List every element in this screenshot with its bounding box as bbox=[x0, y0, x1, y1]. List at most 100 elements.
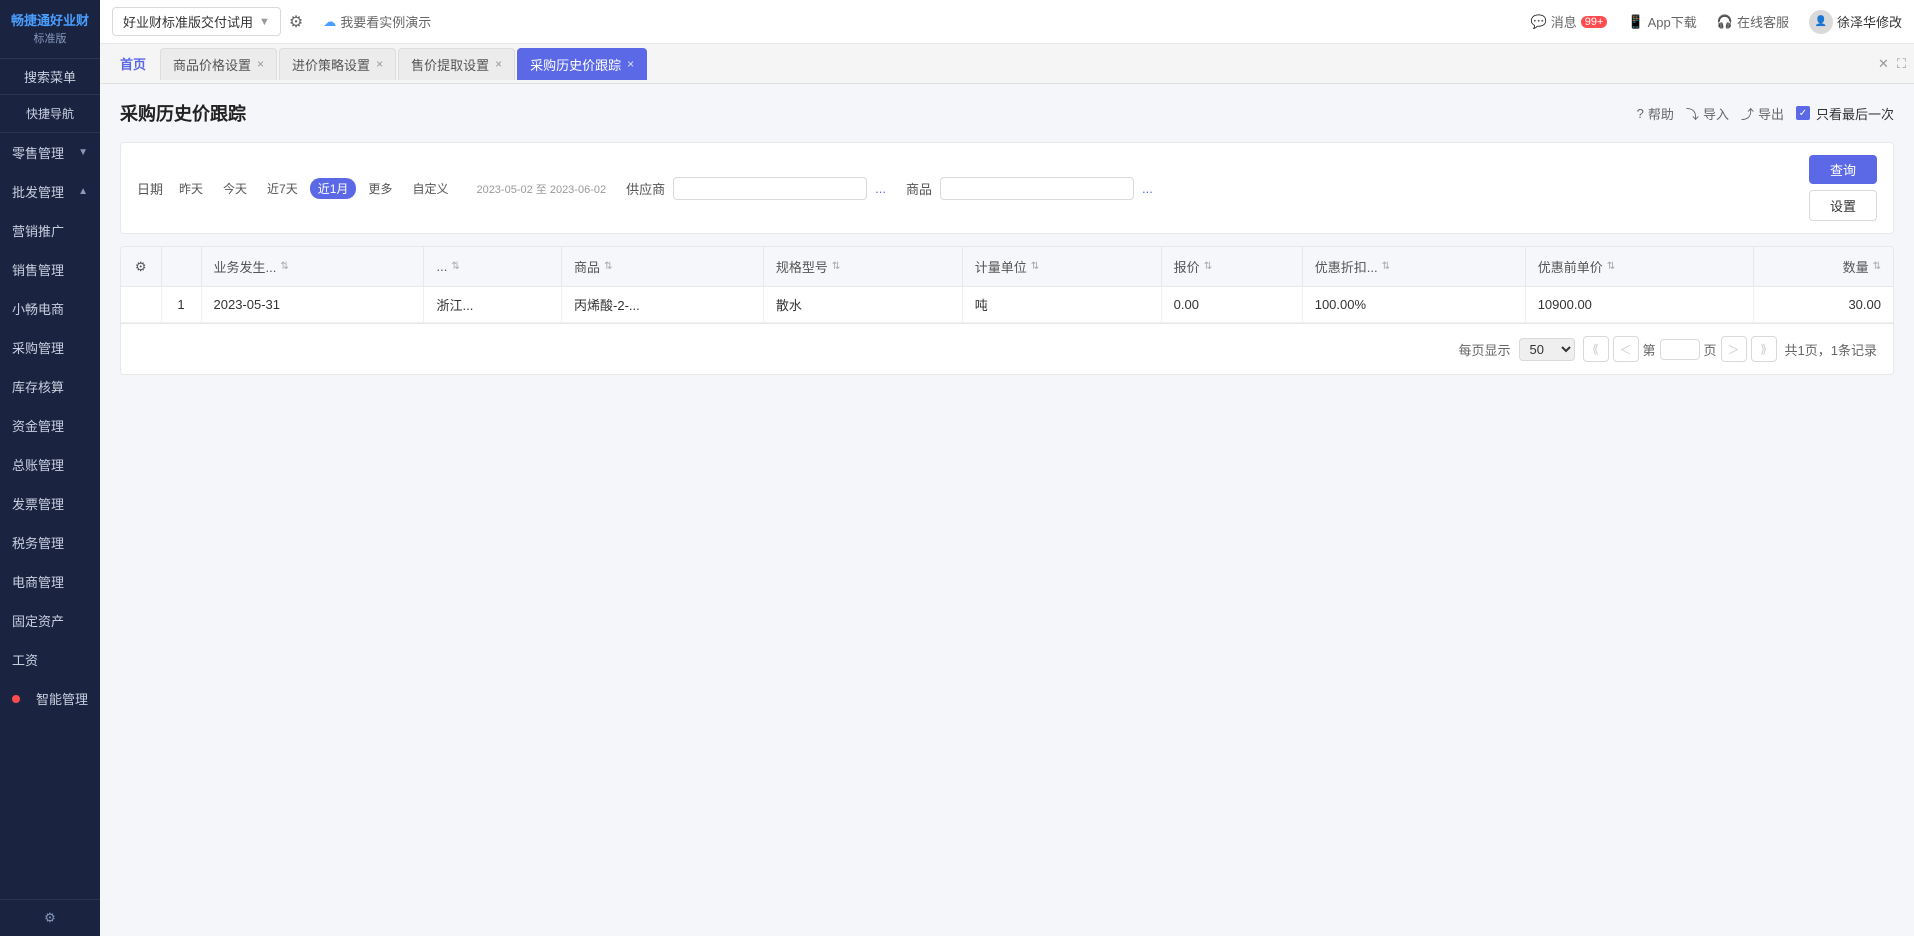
sidebar-item-marketing[interactable]: 营销推广 bbox=[0, 211, 100, 250]
sort-icon: ⇅ bbox=[1031, 261, 1039, 272]
sidebar-item-inventory[interactable]: 库存核算 bbox=[0, 367, 100, 406]
date-btn-last7[interactable]: 近7天 bbox=[259, 178, 306, 199]
col-goods-header[interactable]: 商品 ⇅ bbox=[562, 247, 764, 287]
supplier-input[interactable] bbox=[673, 177, 867, 200]
sidebar-item-label: 批发管理 bbox=[12, 182, 64, 201]
close-icon[interactable]: × bbox=[376, 57, 383, 71]
page-label: 第 bbox=[1643, 340, 1656, 359]
first-page-button[interactable]: ⟪ bbox=[1583, 336, 1609, 362]
sidebar-item-label: 零售管理 bbox=[12, 143, 64, 162]
sidebar-settings-button[interactable]: ⚙ bbox=[0, 899, 100, 936]
product-selector[interactable]: 好业财标准版交付试用 ▼ bbox=[112, 7, 281, 36]
settings-icon[interactable]: ⚙ bbox=[289, 12, 303, 32]
date-btn-custom[interactable]: 自定义 bbox=[404, 178, 456, 199]
sidebar-item-finance[interactable]: 资金管理 bbox=[0, 406, 100, 445]
tab-home[interactable]: 首页 bbox=[108, 48, 158, 80]
topbar-right: 💬 消息 99+ 📱 App下载 🎧 在线客服 👤 徐泽华修改 bbox=[1531, 10, 1902, 34]
chevron-up-icon: ▲ bbox=[78, 186, 88, 197]
supplier-label: 供应商 bbox=[626, 179, 665, 198]
tab-price[interactable]: 商品价格设置 × bbox=[160, 48, 277, 80]
sidebar-item-purchase[interactable]: 采购管理 bbox=[0, 328, 100, 367]
col-3-header[interactable]: ... ⇅ bbox=[424, 247, 562, 287]
only-last-checkbox[interactable]: ✓ bbox=[1796, 106, 1810, 120]
supplier-filter-group: 供应商 ... bbox=[626, 177, 886, 200]
sidebar-item-label: 采购管理 bbox=[12, 338, 64, 357]
prev-page-button[interactable]: ＜ bbox=[1613, 336, 1639, 362]
date-btn-yesterday[interactable]: 昨天 bbox=[171, 178, 211, 199]
export-button[interactable]: ⤴ 导出 bbox=[1741, 104, 1784, 123]
sidebar-item-invoice[interactable]: 发票管理 bbox=[0, 484, 100, 523]
col-date-header[interactable]: 业务发生... ⇅ bbox=[201, 247, 424, 287]
close-window-icon[interactable]: ✕ bbox=[1878, 56, 1889, 72]
col-spec-header[interactable]: 规格型号 ⇅ bbox=[763, 247, 962, 287]
close-icon[interactable]: × bbox=[495, 57, 502, 71]
sidebar-item-ecommerce[interactable]: 电商管理 bbox=[0, 562, 100, 601]
app-download-button[interactable]: 📱 App下载 bbox=[1627, 12, 1696, 31]
sort-icon: ⇅ bbox=[280, 261, 288, 272]
goods-more-btn[interactable]: ... bbox=[1142, 181, 1153, 196]
sidebar-item-assets[interactable]: 固定资产 bbox=[0, 601, 100, 640]
cell-discount: 100.00% bbox=[1302, 287, 1525, 323]
last-page-button[interactable]: ⟫ bbox=[1751, 336, 1777, 362]
col-3-label: ... bbox=[436, 259, 447, 274]
date-btn-today[interactable]: 今天 bbox=[215, 178, 255, 199]
sidebar-search-menu[interactable]: 搜索菜单 bbox=[0, 59, 100, 95]
page-title: 采购历史价跟踪 bbox=[120, 100, 246, 126]
sort-icon: ⇅ bbox=[604, 261, 612, 272]
sidebar-item-retail[interactable]: 零售管理 ▼ bbox=[0, 133, 100, 172]
next-page-button[interactable]: ＞ bbox=[1721, 336, 1747, 362]
col-price-header[interactable]: 报价 ⇅ bbox=[1161, 247, 1302, 287]
messages-button[interactable]: 💬 消息 99+ bbox=[1531, 12, 1608, 31]
logo-sub: 标准版 bbox=[8, 30, 92, 46]
sidebar-quick-nav[interactable]: 快捷导航 bbox=[0, 95, 100, 133]
logo-title: 畅捷通好业财 bbox=[8, 12, 92, 30]
maximize-window-icon[interactable]: ⛶ bbox=[1897, 56, 1906, 72]
sidebar-item-label: 工资 bbox=[12, 650, 38, 669]
col-index-header bbox=[161, 247, 201, 287]
demo-button[interactable]: ☁ 我要看实例演示 bbox=[323, 12, 431, 31]
date-btn-last1m[interactable]: 近1月 bbox=[310, 178, 357, 199]
online-service-button[interactable]: 🎧 在线客服 bbox=[1717, 12, 1789, 31]
sidebar-item-ecommerce-small[interactable]: 小畅电商 bbox=[0, 289, 100, 328]
sidebar-item-smart[interactable]: 智能管理 bbox=[0, 679, 100, 718]
sidebar: 畅捷通好业财 标准版 搜索菜单 快捷导航 零售管理 ▼ 批发管理 ▲ 营销推广 … bbox=[0, 0, 100, 936]
sidebar-item-wholesale[interactable]: 批发管理 ▲ bbox=[0, 172, 100, 211]
sidebar-item-label: 库存核算 bbox=[12, 377, 64, 396]
date-btn-more[interactable]: 更多 bbox=[360, 178, 400, 199]
tab-history-price[interactable]: 采购历史价跟踪 × bbox=[517, 48, 647, 80]
query-button[interactable]: 查询 bbox=[1809, 155, 1877, 184]
col-unit-header[interactable]: 计量单位 ⇅ bbox=[962, 247, 1161, 287]
window-buttons: ✕ ⛶ bbox=[1878, 56, 1906, 72]
close-icon[interactable]: × bbox=[627, 57, 634, 71]
col-settings-header[interactable]: ⚙ bbox=[121, 247, 161, 287]
goods-input[interactable] bbox=[940, 177, 1134, 200]
col-spec-label: 规格型号 bbox=[776, 257, 828, 276]
col-price-label: 报价 bbox=[1174, 257, 1200, 276]
tab-sale-price[interactable]: 售价提取设置 × bbox=[398, 48, 515, 80]
sidebar-item-label: 销售管理 bbox=[12, 260, 64, 279]
settings-button[interactable]: 设置 bbox=[1809, 190, 1877, 221]
goods-label: 商品 bbox=[906, 179, 932, 198]
sort-icon: ⇅ bbox=[1607, 261, 1615, 272]
help-button[interactable]: ? 帮助 bbox=[1637, 104, 1674, 123]
col-discount-header[interactable]: 优惠折扣... ⇅ bbox=[1302, 247, 1525, 287]
page-input[interactable]: 1 bbox=[1660, 339, 1700, 360]
sidebar-item-label: 总账管理 bbox=[12, 455, 64, 474]
import-button[interactable]: ⤵ 导入 bbox=[1686, 104, 1729, 123]
sidebar-item-payroll[interactable]: 工资 bbox=[0, 640, 100, 679]
col-quantity-header[interactable]: 数量 ⇅ bbox=[1753, 247, 1893, 287]
col-original-price-header[interactable]: 优惠前单价 ⇅ bbox=[1525, 247, 1753, 287]
supplier-more-btn[interactable]: ... bbox=[875, 181, 886, 196]
filter-bar: 日期 昨天 今天 近7天 近1月 更多 自定义 2023-05-02 至 202… bbox=[120, 142, 1894, 234]
sidebar-item-ledger[interactable]: 总账管理 bbox=[0, 445, 100, 484]
user-menu[interactable]: 👤 徐泽华修改 bbox=[1809, 10, 1902, 34]
tab-purchase-strategy[interactable]: 进价策略设置 × bbox=[279, 48, 396, 80]
sidebar-item-sales[interactable]: 销售管理 bbox=[0, 250, 100, 289]
table-row: 1 2023-05-31 浙江... 丙烯酸-2-... 散水 吨 0.00 1… bbox=[121, 287, 1893, 323]
sidebar-item-tax[interactable]: 税务管理 bbox=[0, 523, 100, 562]
sidebar-item-label: 税务管理 bbox=[12, 533, 64, 552]
sidebar-item-label: 小畅电商 bbox=[12, 299, 64, 318]
close-icon[interactable]: × bbox=[257, 57, 264, 71]
tab-label: 商品价格设置 bbox=[173, 55, 251, 74]
per-page-select[interactable]: 50 10 20 100 bbox=[1519, 338, 1575, 361]
